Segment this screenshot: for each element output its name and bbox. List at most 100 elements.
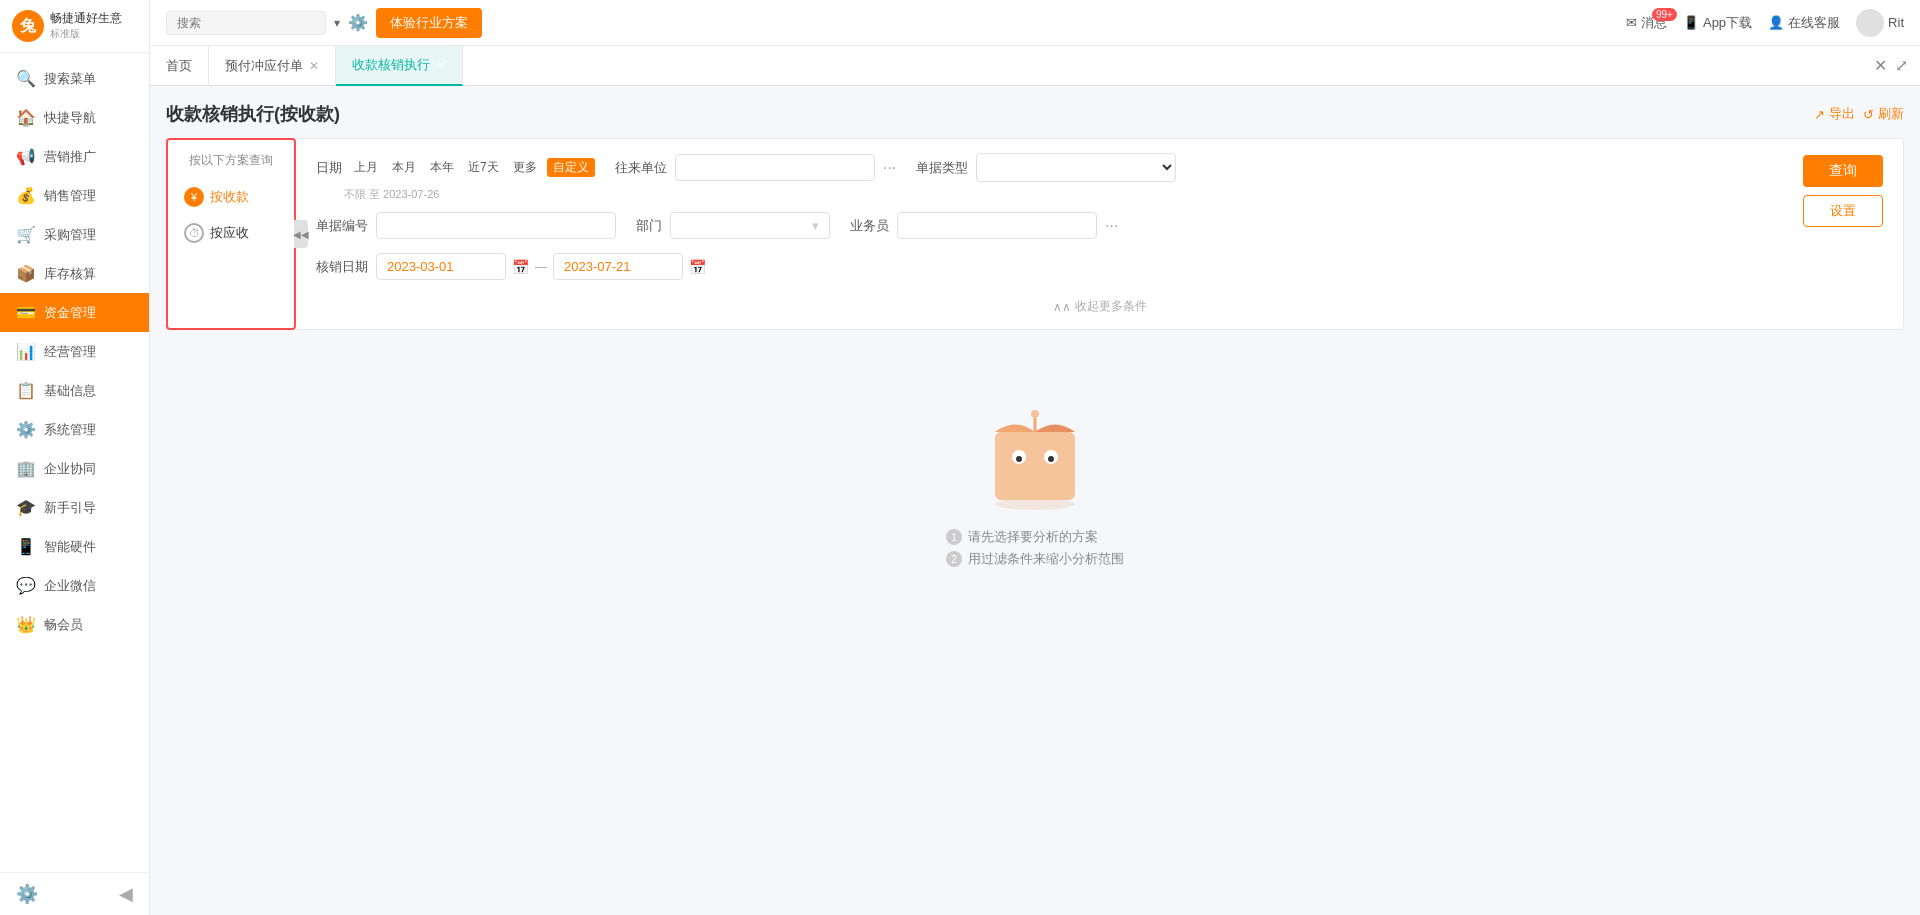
sidebar-item-marketing[interactable]: 📢 营销推广: [0, 137, 149, 176]
sidebar-item-finance[interactable]: 💳 资金管理: [0, 293, 149, 332]
salesperson-more-icon[interactable]: ···: [1105, 217, 1118, 235]
date-shortcut-7days[interactable]: 近7天: [464, 157, 503, 178]
tab-home[interactable]: 首页: [150, 46, 209, 86]
tab-receipt[interactable]: 收款核销执行 ✕: [336, 46, 463, 86]
bill-no-input[interactable]: [376, 212, 616, 239]
sidebar-label-purchase: 采购管理: [44, 226, 96, 244]
sidebar-footer: ⚙️ ◀: [0, 872, 149, 915]
topbar-right: ✉ 消息 99+ 📱 App下载 👤 在线客服 Rit: [1626, 9, 1904, 37]
empty-svg: [975, 402, 1095, 512]
filter-option-by-receipt[interactable]: ¥ 按收款: [168, 179, 294, 215]
svg-point-3: [1016, 456, 1022, 462]
sidebar: 兔 畅捷通好生意 标准版 🔍 搜索菜单 🏠 快捷导航 📢 营销推广 💰 销售管理…: [0, 0, 150, 915]
topbar-gear-icon[interactable]: ⚙️: [348, 13, 368, 32]
export-icon: ↗: [1814, 107, 1825, 122]
sidebar-item-hardware[interactable]: 📱 智能硬件: [0, 527, 149, 566]
sidebar-item-guide[interactable]: 🎓 新手引导: [0, 488, 149, 527]
collapse-label: 收起更多条件: [1075, 298, 1147, 315]
collapse-more-conditions[interactable]: ∧∧ 收起更多条件: [316, 298, 1883, 315]
dept-select[interactable]: ▾: [670, 212, 830, 239]
receipt-option-label: 按收款: [210, 188, 249, 206]
filter-row-verify-date: 核销日期 📅 — 📅: [316, 253, 1791, 280]
dept-filter-group: 部门 ▾: [636, 212, 830, 239]
sidebar-item-search[interactable]: 🔍 搜索菜单: [0, 59, 149, 98]
app-download-label: App下载: [1703, 14, 1752, 32]
user-profile[interactable]: Rit: [1856, 9, 1904, 37]
sidebar-item-quick[interactable]: 🏠 快捷导航: [0, 98, 149, 137]
app-download-button[interactable]: 📱 App下载: [1683, 14, 1752, 32]
setting-button[interactable]: 设置: [1803, 195, 1883, 227]
salesperson-label: 业务员: [850, 217, 889, 235]
collapse-sidebar-icon[interactable]: ◀: [119, 883, 133, 905]
verify-date-end-input[interactable]: [553, 253, 683, 280]
sidebar-item-inventory[interactable]: 📦 库存核算: [0, 254, 149, 293]
finance-icon: 💳: [16, 303, 36, 322]
system-icon: ⚙️: [16, 420, 36, 439]
marketing-icon: 📢: [16, 147, 36, 166]
tab-receipt-close-icon[interactable]: ✕: [436, 58, 446, 72]
verify-date-label: 核销日期: [316, 258, 368, 276]
sidebar-item-purchase[interactable]: 🛒 采购管理: [0, 215, 149, 254]
bill-type-select[interactable]: [976, 153, 1176, 182]
sidebar-label-finance: 资金管理: [44, 304, 96, 322]
topbar-dropdown-icon[interactable]: ▾: [334, 16, 340, 30]
tab-prepay[interactable]: 预付冲应付单 ✕: [209, 46, 336, 86]
close-tab-icon[interactable]: ✕: [1874, 56, 1887, 75]
query-button[interactable]: 查询: [1803, 155, 1883, 187]
topbar-search-input[interactable]: [166, 11, 326, 35]
sidebar-item-system[interactable]: ⚙️ 系统管理: [0, 410, 149, 449]
home-icon: 🏠: [16, 108, 36, 127]
date-custom-tag[interactable]: 自定义: [547, 158, 595, 177]
filter-row-date: 日期 上月 本月 本年 近7天 更多 自定义: [316, 153, 1791, 182]
sidebar-item-basic[interactable]: 📋 基础信息: [0, 371, 149, 410]
sidebar-label-operations: 经营管理: [44, 343, 96, 361]
search-icon: 🔍: [16, 69, 36, 88]
bill-type-filter-group: 单据类型: [916, 153, 1176, 182]
counterpart-filter-group: 往来单位 ···: [615, 154, 896, 181]
sidebar-label-wechat: 企业微信: [44, 577, 96, 595]
empty-step-1: 1 请先选择要分析的方案: [946, 528, 1124, 546]
export-button[interactable]: ↗ 导出: [1814, 105, 1855, 123]
sidebar-item-member[interactable]: 👑 畅会员: [0, 605, 149, 644]
tab-prepay-close-icon[interactable]: ✕: [309, 59, 319, 73]
tab-home-label: 首页: [166, 57, 192, 75]
counterpart-more-icon[interactable]: ···: [883, 159, 896, 177]
refresh-button[interactable]: ↺ 刷新: [1863, 105, 1904, 123]
salesperson-input[interactable]: [897, 212, 1097, 239]
sidebar-label-corp: 企业协同: [44, 460, 96, 478]
date-shortcut-this-year[interactable]: 本年: [426, 157, 458, 178]
date-label: 日期: [316, 159, 342, 177]
page-content: 收款核销执行(按收款) ↗ 导出 ↺ 刷新 按以下方案查询 ¥ 按收款: [150, 86, 1920, 915]
online-service-button[interactable]: 👤 在线客服: [1768, 14, 1840, 32]
empty-illustration: [975, 402, 1095, 512]
date-shortcut-more[interactable]: 更多: [509, 157, 541, 178]
sidebar-item-wechat[interactable]: 💬 企业微信: [0, 566, 149, 605]
filter-panel-collapse-btn[interactable]: ◀◀: [294, 220, 308, 248]
online-service-label: 在线客服: [1788, 14, 1840, 32]
sales-icon: 💰: [16, 186, 36, 205]
sidebar-item-operations[interactable]: 📊 经营管理: [0, 332, 149, 371]
date-shortcut-this-month[interactable]: 本月: [388, 157, 420, 178]
message-button[interactable]: ✉ 消息 99+: [1626, 14, 1667, 32]
verify-date-end-cal-icon[interactable]: 📅: [689, 259, 706, 275]
app-name: 畅捷通好生意: [50, 11, 122, 27]
verify-date-start-cal-icon[interactable]: 📅: [512, 259, 529, 275]
dept-label: 部门: [636, 217, 662, 235]
collapse-icon: ∧∧: [1053, 300, 1071, 314]
filter-option-by-receivable[interactable]: ⏱ 按应收: [168, 215, 294, 251]
verify-date-start-input[interactable]: [376, 253, 506, 280]
mobile-icon: 📱: [1683, 15, 1699, 30]
receivable-option-icon: ⏱: [184, 223, 204, 243]
filter-options-panel: 按以下方案查询 ¥ 按收款 ⏱ 按应收 ◀◀: [166, 138, 296, 330]
date-shortcut-last-month[interactable]: 上月: [350, 157, 382, 178]
maximize-tab-icon[interactable]: ⤢: [1895, 56, 1908, 75]
sidebar-item-sales[interactable]: 💰 销售管理: [0, 176, 149, 215]
logo-icon: 兔: [12, 10, 44, 42]
wechat-icon: 💬: [16, 576, 36, 595]
receivable-option-label: 按应收: [210, 224, 249, 242]
settings-footer-icon[interactable]: ⚙️: [16, 883, 38, 905]
counterpart-input[interactable]: [675, 154, 875, 181]
sidebar-item-corp[interactable]: 🏢 企业协同: [0, 449, 149, 488]
receipt-option-icon: ¥: [184, 187, 204, 207]
industry-solution-button[interactable]: 体验行业方案: [376, 8, 482, 38]
